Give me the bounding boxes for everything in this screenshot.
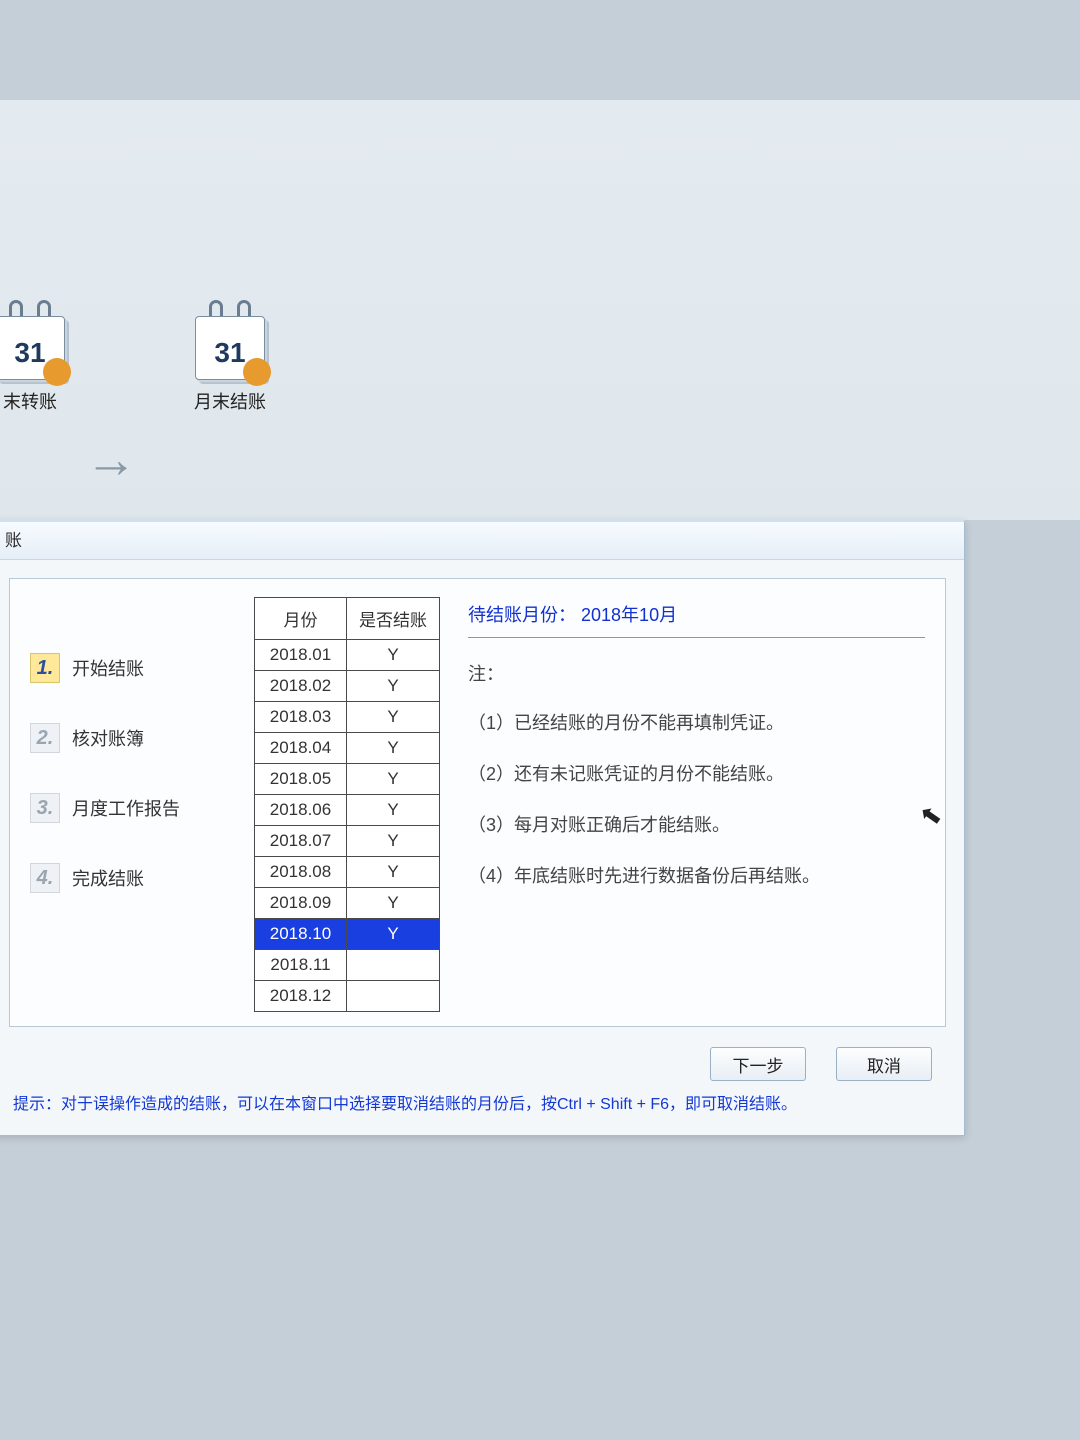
- desktop-icon-transfer[interactable]: 31 末转账: [0, 310, 90, 414]
- cell-month: 2018.07: [255, 826, 347, 857]
- cell-flag: Y: [347, 702, 440, 733]
- table-row[interactable]: 2018.11: [255, 950, 440, 981]
- month-close-dialog: 账 1. 开始结账 2. 核对账簿 3. 月度工作报告 4. 完成结账 月份 是否结账 201…: [0, 520, 965, 1136]
- cell-flag: [347, 981, 440, 1012]
- step-number-icon: 3.: [30, 793, 60, 823]
- step-number-icon: 1.: [30, 653, 60, 683]
- table-row[interactable]: 2018.01Y: [255, 640, 440, 671]
- table-row[interactable]: 2018.06Y: [255, 795, 440, 826]
- step-item[interactable]: 4. 完成结账: [26, 843, 236, 913]
- step-item[interactable]: 1. 开始结账: [26, 633, 236, 703]
- dialog-inner: 1. 开始结账 2. 核对账簿 3. 月度工作报告 4. 完成结账 月份 是否结账 2018.…: [9, 578, 946, 1027]
- table-row[interactable]: 2018.10Y: [255, 919, 440, 950]
- note-line: （2）还有未记账凭证的月份不能结账。: [468, 761, 925, 788]
- cell-month: 2018.02: [255, 671, 347, 702]
- desktop-icon-label: 末转账: [0, 388, 90, 414]
- cell-month: 2018.09: [255, 888, 347, 919]
- cell-flag: Y: [347, 671, 440, 702]
- pending-value: 2018年10月: [581, 605, 677, 625]
- col-flag: 是否结账: [347, 598, 440, 640]
- table-row[interactable]: 2018.08Y: [255, 857, 440, 888]
- calendar-icon: 31: [195, 310, 265, 380]
- cell-flag: Y: [347, 640, 440, 671]
- desktop-area: 31 末转账 → 31 月末结账: [0, 100, 1080, 520]
- step-label: 开始结账: [72, 655, 144, 681]
- cell-flag: Y: [347, 888, 440, 919]
- info-panel: 待结账月份： 2018年10月 注： （1）已经结账的月份不能再填制凭证。 （2）…: [458, 597, 929, 1012]
- desktop-icon-label: 月末结账: [170, 388, 290, 414]
- step-label: 月度工作报告: [72, 795, 180, 821]
- table-row[interactable]: 2018.09Y: [255, 888, 440, 919]
- dialog-footer: 下一步 取消 提示：对于误操作造成的结账，可以在本窗口中选择要取消结账的月份后，…: [0, 1037, 964, 1135]
- table-row[interactable]: 2018.03Y: [255, 702, 440, 733]
- pending-label: 待结账月份：: [468, 605, 576, 625]
- cell-month: 2018.05: [255, 764, 347, 795]
- table-row[interactable]: 2018.05Y: [255, 764, 440, 795]
- cell-flag: Y: [347, 857, 440, 888]
- desktop-icon-month-close[interactable]: 31 月末结账: [170, 310, 290, 414]
- step-number-icon: 4.: [30, 863, 60, 893]
- note-line: （1）已经结账的月份不能再填制凭证。: [468, 710, 925, 737]
- cell-month: 2018.11: [255, 950, 347, 981]
- cell-flag: Y: [347, 826, 440, 857]
- table-row[interactable]: 2018.02Y: [255, 671, 440, 702]
- step-nav: 1. 开始结账 2. 核对账簿 3. 月度工作报告 4. 完成结账: [26, 597, 236, 1012]
- dialog-title: 账: [0, 522, 964, 560]
- cell-month: 2018.12: [255, 981, 347, 1012]
- table-row[interactable]: 2018.07Y: [255, 826, 440, 857]
- cell-flag: [347, 950, 440, 981]
- col-month: 月份: [255, 598, 347, 640]
- step-label: 完成结账: [72, 865, 144, 891]
- cancel-button[interactable]: 取消: [836, 1047, 932, 1081]
- cell-month: 2018.10: [255, 919, 347, 950]
- table-row[interactable]: 2018.04Y: [255, 733, 440, 764]
- step-item[interactable]: 2. 核对账簿: [26, 703, 236, 773]
- step-item[interactable]: 3. 月度工作报告: [26, 773, 236, 843]
- cell-month: 2018.03: [255, 702, 347, 733]
- pending-month: 待结账月份： 2018年10月: [468, 601, 925, 638]
- step-number-icon: 2.: [30, 723, 60, 753]
- step-label: 核对账簿: [72, 725, 144, 751]
- next-button[interactable]: 下一步: [710, 1047, 806, 1081]
- cell-month: 2018.01: [255, 640, 347, 671]
- hint-text: 提示：对于误操作造成的结账，可以在本窗口中选择要取消结账的月份后，按Ctrl +…: [9, 1091, 946, 1127]
- cell-month: 2018.06: [255, 795, 347, 826]
- cell-flag: Y: [347, 733, 440, 764]
- calendar-icon: 31: [0, 310, 65, 380]
- notes-header: 注：: [468, 660, 925, 686]
- cell-month: 2018.08: [255, 857, 347, 888]
- cell-flag: Y: [347, 795, 440, 826]
- cell-flag: Y: [347, 764, 440, 795]
- arrow-right-icon: →: [85, 430, 137, 490]
- note-line: （4）年底结账时先进行数据备份后再结账。: [468, 863, 925, 890]
- cell-month: 2018.04: [255, 733, 347, 764]
- note-line: （3）每月对账正确后才能结账。: [468, 812, 925, 839]
- month-table: 月份 是否结账 2018.01Y2018.02Y2018.03Y2018.04Y…: [254, 597, 440, 1012]
- table-row[interactable]: 2018.12: [255, 981, 440, 1012]
- cell-flag: Y: [347, 919, 440, 950]
